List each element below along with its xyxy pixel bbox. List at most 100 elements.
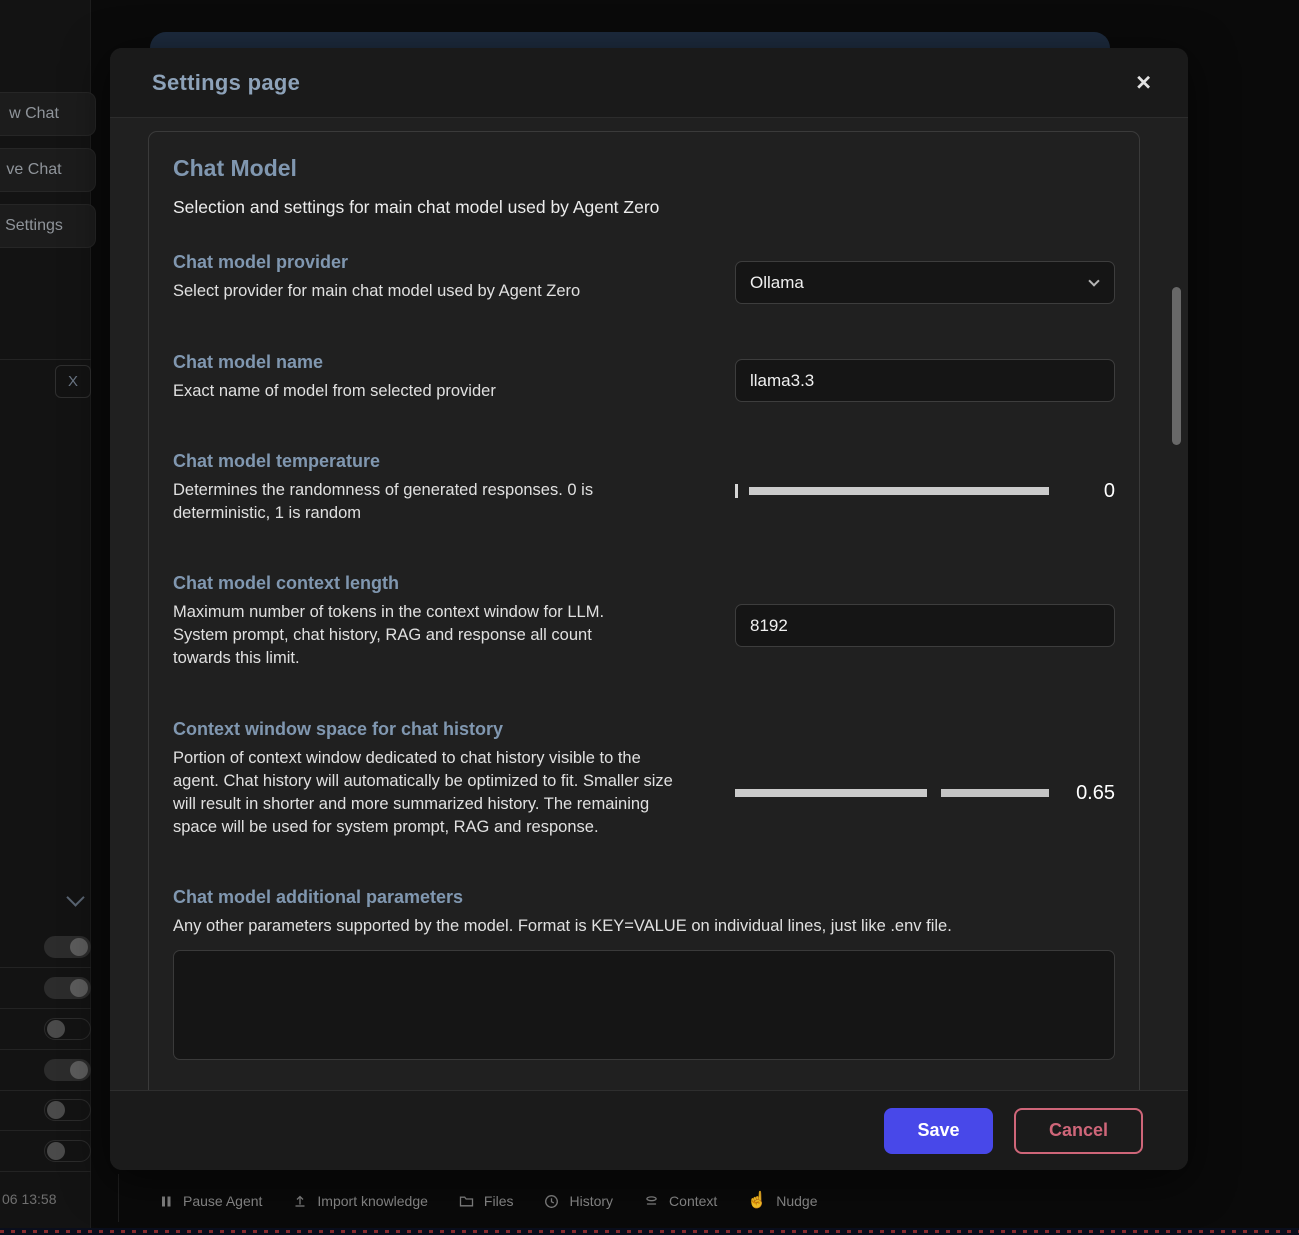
sidebar-close-button[interactable]: X (55, 365, 91, 398)
log-strip (0, 1228, 1299, 1235)
toggle-switch[interactable] (44, 1099, 91, 1121)
toggle-switch[interactable] (44, 936, 91, 958)
field-control: 0.65 (735, 718, 1115, 839)
toggle-knob (47, 1142, 65, 1160)
modal-body: Chat Model Selection and settings for ma… (110, 119, 1188, 1090)
field-label: Chat model context length Maximum number… (173, 572, 733, 670)
page-title: Settings page (152, 69, 301, 95)
provider-select-value: Ollama (750, 272, 804, 292)
clock-icon (545, 1194, 559, 1208)
toggle-switch[interactable] (44, 977, 91, 999)
field-title: Chat model provider (173, 252, 349, 272)
sidebar-toggle-row (0, 1009, 91, 1050)
pause-agent-button[interactable]: Pause Agent (158, 1193, 262, 1209)
sidebar-toggle-row (0, 1131, 91, 1172)
field-label: Chat model name Exact name of model from… (173, 351, 733, 403)
field-control (735, 351, 1115, 403)
toggle-knob (70, 938, 88, 956)
field-label: Context window space for chat history Po… (173, 718, 733, 839)
modal-header: Settings page ✕ (110, 48, 1188, 118)
toggle-knob (70, 979, 88, 997)
field-description: Any other parameters supported by the mo… (173, 917, 952, 935)
temperature-slider[interactable] (735, 481, 1049, 501)
toggle-knob (47, 1020, 65, 1038)
sidebar-item-settings[interactable]: Settings (0, 204, 96, 248)
field-chat-model-context-length: Chat model context length Maximum number… (173, 572, 1115, 670)
model-name-input[interactable] (735, 359, 1115, 402)
sidebar-item-new-chat[interactable]: w Chat (0, 92, 96, 136)
history-button[interactable]: History (543, 1193, 613, 1210)
field-chat-model-temperature: Chat model temperature Determines the ra… (173, 450, 1115, 525)
field-additional-parameters: Chat model additional parameters Any oth… (173, 886, 1115, 1065)
field-control (735, 572, 1115, 670)
slider-thumb[interactable] (735, 484, 738, 498)
sidebar-toggle-row (0, 927, 91, 968)
toolbar-item-label: History (569, 1193, 614, 1209)
toggle-switch[interactable] (44, 1140, 91, 1162)
field-title: Context window space for chat history (173, 719, 504, 739)
field-context-window-space: Context window space for chat history Po… (173, 718, 1115, 839)
section-title: Chat Model (173, 155, 297, 181)
section-subtitle: Selection and settings for main chat mod… (173, 197, 660, 217)
context-history-slider[interactable] (735, 783, 1049, 803)
context-icon (646, 1196, 657, 1205)
chevron-down-icon[interactable] (66, 888, 85, 907)
additional-params-textarea[interactable] (173, 950, 1115, 1060)
field-description: Maximum number of tokens in the context … (173, 603, 605, 667)
toolbar-item-label: Files (483, 1193, 514, 1209)
toggle-knob (47, 1101, 65, 1119)
cancel-button[interactable]: Cancel (1014, 1107, 1143, 1154)
save-button[interactable]: Save (884, 1107, 993, 1154)
toolbar-item-label: Nudge (776, 1193, 818, 1209)
field-description: Portion of context window dedicated to c… (173, 749, 673, 836)
toggle-knob (70, 1061, 88, 1079)
sidebar-toggle-row (0, 968, 91, 1009)
modal-footer: Save Cancel (110, 1090, 1188, 1170)
toolbar-item-label: Context (669, 1193, 718, 1209)
pause-icon (162, 1196, 171, 1207)
chat-model-section: Chat Model Selection and settings for ma… (148, 131, 1140, 1090)
modal-scrollbar[interactable] (1172, 287, 1181, 445)
toolbar-item-label: Import knowledge (317, 1193, 428, 1209)
field-chat-model-provider: Chat model provider Select provider for … (173, 251, 1115, 304)
toggle-switch[interactable] (44, 1059, 91, 1081)
field-control: Ollama (735, 251, 1115, 304)
toggle-switch[interactable] (44, 1018, 91, 1040)
field-description: Select provider for main chat model used… (173, 282, 581, 300)
upload-icon (295, 1195, 305, 1207)
field-title: Chat model context length (173, 573, 400, 593)
nudge-button[interactable]: ☝ Nudge (747, 1192, 818, 1210)
hand-icon: ☝ (747, 1192, 768, 1209)
context-length-input[interactable] (735, 604, 1115, 647)
field-chat-model-name: Chat model name Exact name of model from… (173, 351, 1115, 403)
slider-track-rest (941, 789, 1049, 797)
slider-track (749, 487, 1049, 495)
field-label: Chat model temperature Determines the ra… (173, 450, 733, 525)
bottom-toolbar: Pause Agent Import knowledge Files Histo… (91, 1180, 1299, 1222)
sidebar-toggle-row (0, 1050, 91, 1091)
files-button[interactable]: Files (458, 1193, 514, 1209)
provider-select[interactable]: Ollama (735, 261, 1115, 304)
context-history-slider-row: 0.65 (735, 781, 1115, 804)
context-button[interactable]: Context (643, 1193, 717, 1209)
folder-icon (459, 1196, 474, 1207)
temperature-slider-row: 0 (735, 479, 1115, 502)
slider-track-filled (735, 789, 927, 797)
sidebar: w Chat ve Chat Settings X 06 13:58 (0, 0, 96, 1228)
temperature-value: 0 (1103, 479, 1115, 502)
sidebar-divider (0, 359, 91, 360)
field-description: Determines the randomness of generated r… (173, 481, 594, 522)
toolbar-item-label: Pause Agent (183, 1193, 263, 1209)
field-title: Chat model name (173, 352, 324, 372)
close-icon[interactable]: ✕ (1131, 66, 1156, 99)
field-control: 0 (735, 450, 1115, 525)
timestamp: 06 13:58 (2, 1191, 57, 1207)
field-description: Exact name of model from selected provid… (173, 382, 496, 400)
sidebar-toggle-row (0, 1090, 91, 1131)
sidebar-item-save-chat[interactable]: ve Chat (0, 148, 96, 192)
field-title: Chat model additional parameters (173, 887, 464, 907)
field-title: Chat model temperature (173, 451, 381, 471)
import-knowledge-button[interactable]: Import knowledge (292, 1193, 428, 1209)
field-label: Chat model provider Select provider for … (173, 251, 733, 304)
context-history-value: 0.65 (1076, 781, 1115, 804)
